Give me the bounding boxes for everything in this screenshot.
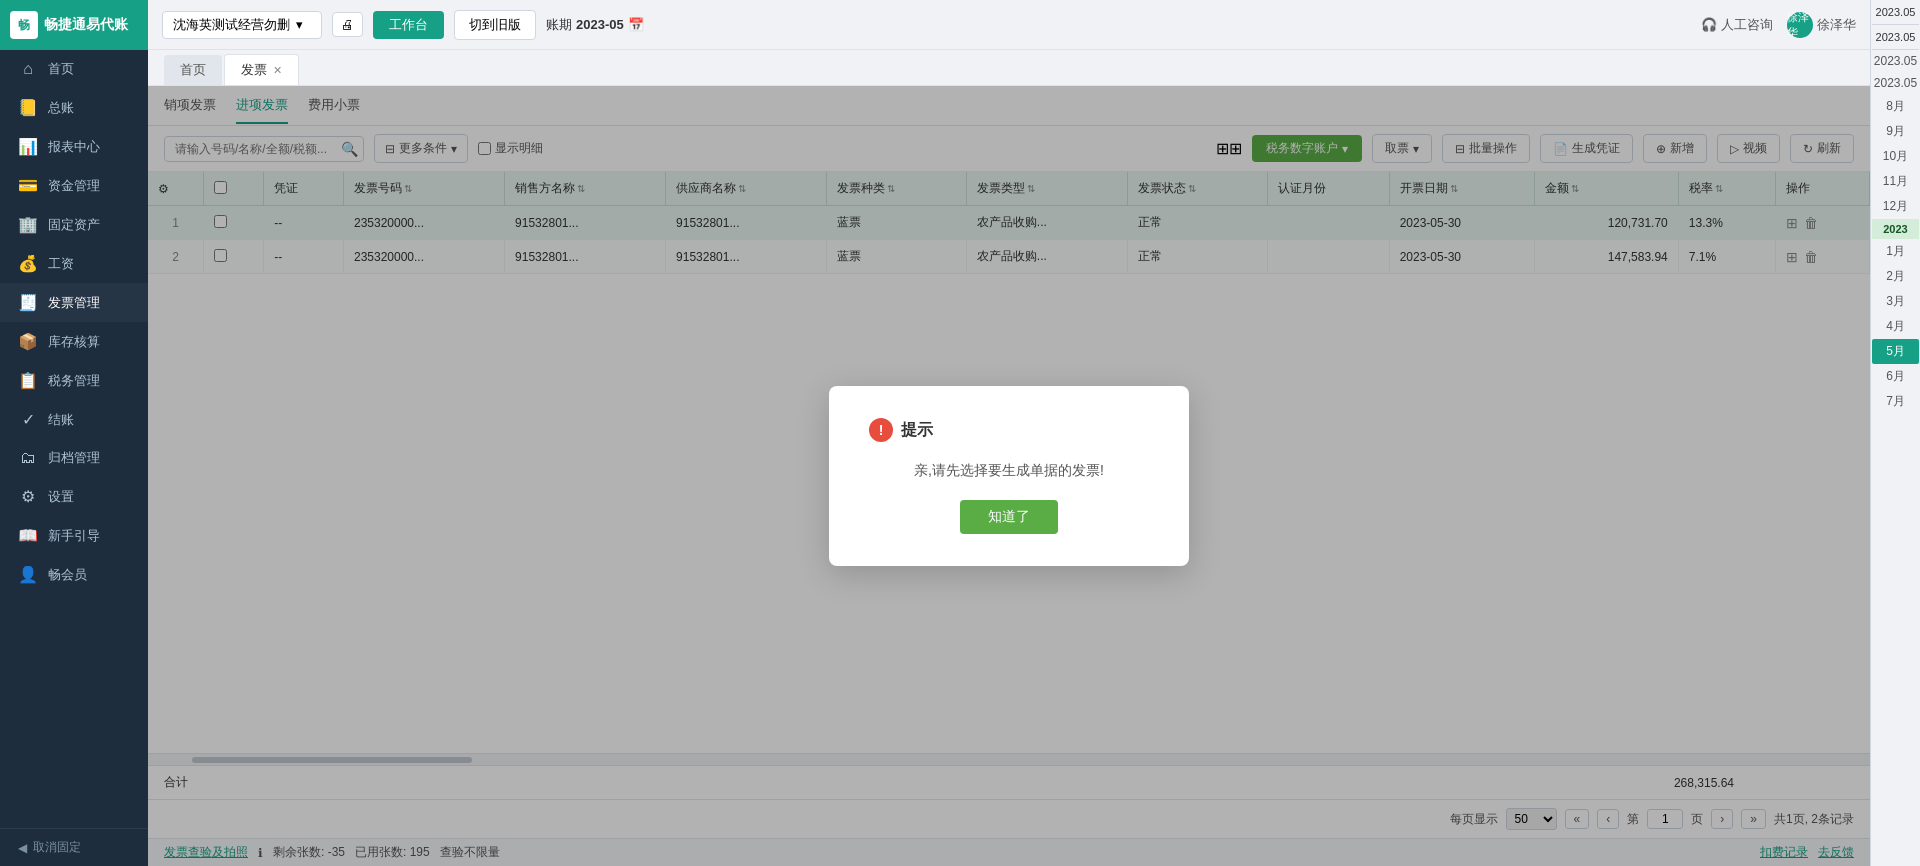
reports-icon: 📊 bbox=[18, 137, 38, 156]
modal-box: ! 提示 亲,请先选择要生成单据的发票! 知道了 bbox=[829, 386, 1189, 566]
period-month-0[interactable]: 2023.05 bbox=[1872, 50, 1920, 72]
sidebar-unpin[interactable]: ◀ 取消固定 bbox=[0, 828, 148, 866]
home-icon: ⌂ bbox=[18, 60, 38, 78]
funds-icon: 💳 bbox=[18, 176, 38, 195]
sidebar-label: 报表中心 bbox=[48, 138, 100, 156]
sidebar-item-member[interactable]: 👤 畅会员 bbox=[0, 555, 148, 594]
period-label: 账期 2023-05 📅 bbox=[546, 16, 644, 34]
tab-invoice[interactable]: 发票 ✕ bbox=[224, 54, 299, 85]
calendar-icon[interactable]: 📅 bbox=[628, 17, 644, 32]
sidebar-label: 资金管理 bbox=[48, 177, 100, 195]
content-area: 销项发票进项发票费用小票 🔍 ⊟ 更多条件 ▾ 显示明细 ⊞⊞ 税务数字账户 bbox=[148, 86, 1870, 866]
sidebar-label: 总账 bbox=[48, 99, 74, 117]
sidebar-item-invoice[interactable]: 🧾 发票管理 bbox=[0, 283, 148, 322]
period-month-12[interactable]: 5月 bbox=[1872, 339, 1920, 364]
modal-title-row: ! 提示 bbox=[869, 418, 933, 442]
tab-bar: 首页 发票 ✕ bbox=[148, 50, 1870, 86]
topbar: 沈海英测试经营勿删 ▾ 🖨 工作台 切到旧版 账期 2023-05 📅 🎧 人工… bbox=[148, 0, 1870, 50]
main-area: 沈海英测试经营勿删 ▾ 🖨 工作台 切到旧版 账期 2023-05 📅 🎧 人工… bbox=[148, 0, 1870, 866]
modal-confirm-button[interactable]: 知道了 bbox=[960, 500, 1058, 534]
sidebar-label: 归档管理 bbox=[48, 449, 100, 467]
period-month-8[interactable]: 1月 bbox=[1872, 239, 1920, 264]
sidebar-label: 工资 bbox=[48, 255, 74, 273]
close-icon[interactable]: ✕ bbox=[273, 64, 282, 77]
sidebar-item-archive[interactable]: 🗂 归档管理 bbox=[0, 439, 148, 477]
period-month-14[interactable]: 7月 bbox=[1872, 389, 1920, 414]
sidebar: 畅 畅捷通易代账 ⌂ 首页📒 总账📊 报表中心💳 资金管理🏢 固定资产💰 工资🧾… bbox=[0, 0, 148, 866]
switch-version-button[interactable]: 切到旧版 bbox=[454, 10, 536, 40]
period-value: 2023-05 bbox=[576, 17, 624, 32]
sidebar-item-ledger[interactable]: 📒 总账 bbox=[0, 88, 148, 127]
sidebar-item-settings[interactable]: ⚙ 设置 bbox=[0, 477, 148, 516]
sidebar-item-funds[interactable]: 💳 资金管理 bbox=[0, 166, 148, 205]
invoice-icon: 🧾 bbox=[18, 293, 38, 312]
company-name: 沈海英测试经营勿删 bbox=[173, 16, 290, 34]
tab-home[interactable]: 首页 bbox=[164, 55, 222, 85]
tab-label: 发票 bbox=[241, 61, 267, 79]
member-icon: 👤 bbox=[18, 565, 38, 584]
service-btn[interactable]: 🎧 人工咨询 bbox=[1701, 16, 1773, 34]
sidebar-item-salary[interactable]: 💰 工资 bbox=[0, 244, 148, 283]
period-month-5[interactable]: 11月 bbox=[1872, 169, 1920, 194]
sidebar-item-assets[interactable]: 🏢 固定资产 bbox=[0, 205, 148, 244]
sidebar-label: 税务管理 bbox=[48, 372, 100, 390]
ledger-icon: 📒 bbox=[18, 98, 38, 117]
topbar-right: 🎧 人工咨询 徐泽华 徐泽华 bbox=[1701, 12, 1856, 38]
tab-label: 首页 bbox=[180, 61, 206, 79]
sidebar-item-guide[interactable]: 📖 新手引导 bbox=[0, 516, 148, 555]
inventory-icon: 📦 bbox=[18, 332, 38, 351]
username-label: 徐泽华 bbox=[1817, 16, 1856, 34]
sidebar-label: 畅会员 bbox=[48, 566, 87, 584]
sidebar-item-reports[interactable]: 📊 报表中心 bbox=[0, 127, 148, 166]
period-header-2: 2023.05 bbox=[1872, 25, 1920, 50]
avatar: 徐泽华 bbox=[1787, 12, 1813, 38]
sidebar-label: 发票管理 bbox=[48, 294, 100, 312]
sidebar-label: 首页 bbox=[48, 60, 74, 78]
sidebar-label: 结账 bbox=[48, 411, 74, 429]
user-menu[interactable]: 徐泽华 徐泽华 bbox=[1787, 12, 1856, 38]
sidebar-item-inventory[interactable]: 📦 库存核算 bbox=[0, 322, 148, 361]
assets-icon: 🏢 bbox=[18, 215, 38, 234]
sidebar-label: 设置 bbox=[48, 488, 74, 506]
period-month-11[interactable]: 4月 bbox=[1872, 314, 1920, 339]
modal-title: 提示 bbox=[901, 420, 933, 441]
settings-icon: ⚙ bbox=[18, 487, 38, 506]
period-month-6[interactable]: 12月 bbox=[1872, 194, 1920, 219]
workspace-button[interactable]: 工作台 bbox=[373, 11, 444, 39]
chevron-down-icon: ▾ bbox=[296, 17, 303, 32]
print-icon-btn[interactable]: 🖨 bbox=[332, 12, 363, 37]
closing-icon: ✓ bbox=[18, 410, 38, 429]
sidebar-item-home[interactable]: ⌂ 首页 bbox=[0, 50, 148, 88]
sidebar-item-tax[interactable]: 📋 税务管理 bbox=[0, 361, 148, 400]
period-month-10[interactable]: 3月 bbox=[1872, 289, 1920, 314]
tax-icon: 📋 bbox=[18, 371, 38, 390]
period-month-2[interactable]: 8月 bbox=[1872, 94, 1920, 119]
logo-icon: 畅 bbox=[10, 11, 38, 39]
modal-message: 亲,请先选择要生成单据的发票! bbox=[914, 462, 1104, 480]
company-selector[interactable]: 沈海英测试经营勿删 ▾ bbox=[162, 11, 322, 39]
guide-icon: 📖 bbox=[18, 526, 38, 545]
period-header-1: 2023.05 bbox=[1872, 0, 1920, 25]
archive-icon: 🗂 bbox=[18, 449, 38, 467]
modal-overlay: ! 提示 亲,请先选择要生成单据的发票! 知道了 bbox=[148, 86, 1870, 866]
sidebar-label: 新手引导 bbox=[48, 527, 100, 545]
period-month-4[interactable]: 10月 bbox=[1872, 144, 1920, 169]
period-month-9[interactable]: 2月 bbox=[1872, 264, 1920, 289]
salary-icon: 💰 bbox=[18, 254, 38, 273]
period-month-1[interactable]: 2023.05 bbox=[1872, 72, 1920, 94]
sidebar-label: 库存核算 bbox=[48, 333, 100, 351]
period-month-3[interactable]: 9月 bbox=[1872, 119, 1920, 144]
headset-icon: 🎧 bbox=[1701, 17, 1717, 32]
warning-icon: ! bbox=[869, 418, 893, 442]
sidebar-label: 固定资产 bbox=[48, 216, 100, 234]
app-logo: 畅 畅捷通易代账 bbox=[0, 0, 148, 50]
period-selector: 2023.052023.052023.052023.058月9月10月11月12… bbox=[1870, 0, 1920, 866]
period-month-13[interactable]: 6月 bbox=[1872, 364, 1920, 389]
period-year-label[interactable]: 2023 bbox=[1872, 219, 1920, 239]
sidebar-item-closing[interactable]: ✓ 结账 bbox=[0, 400, 148, 439]
